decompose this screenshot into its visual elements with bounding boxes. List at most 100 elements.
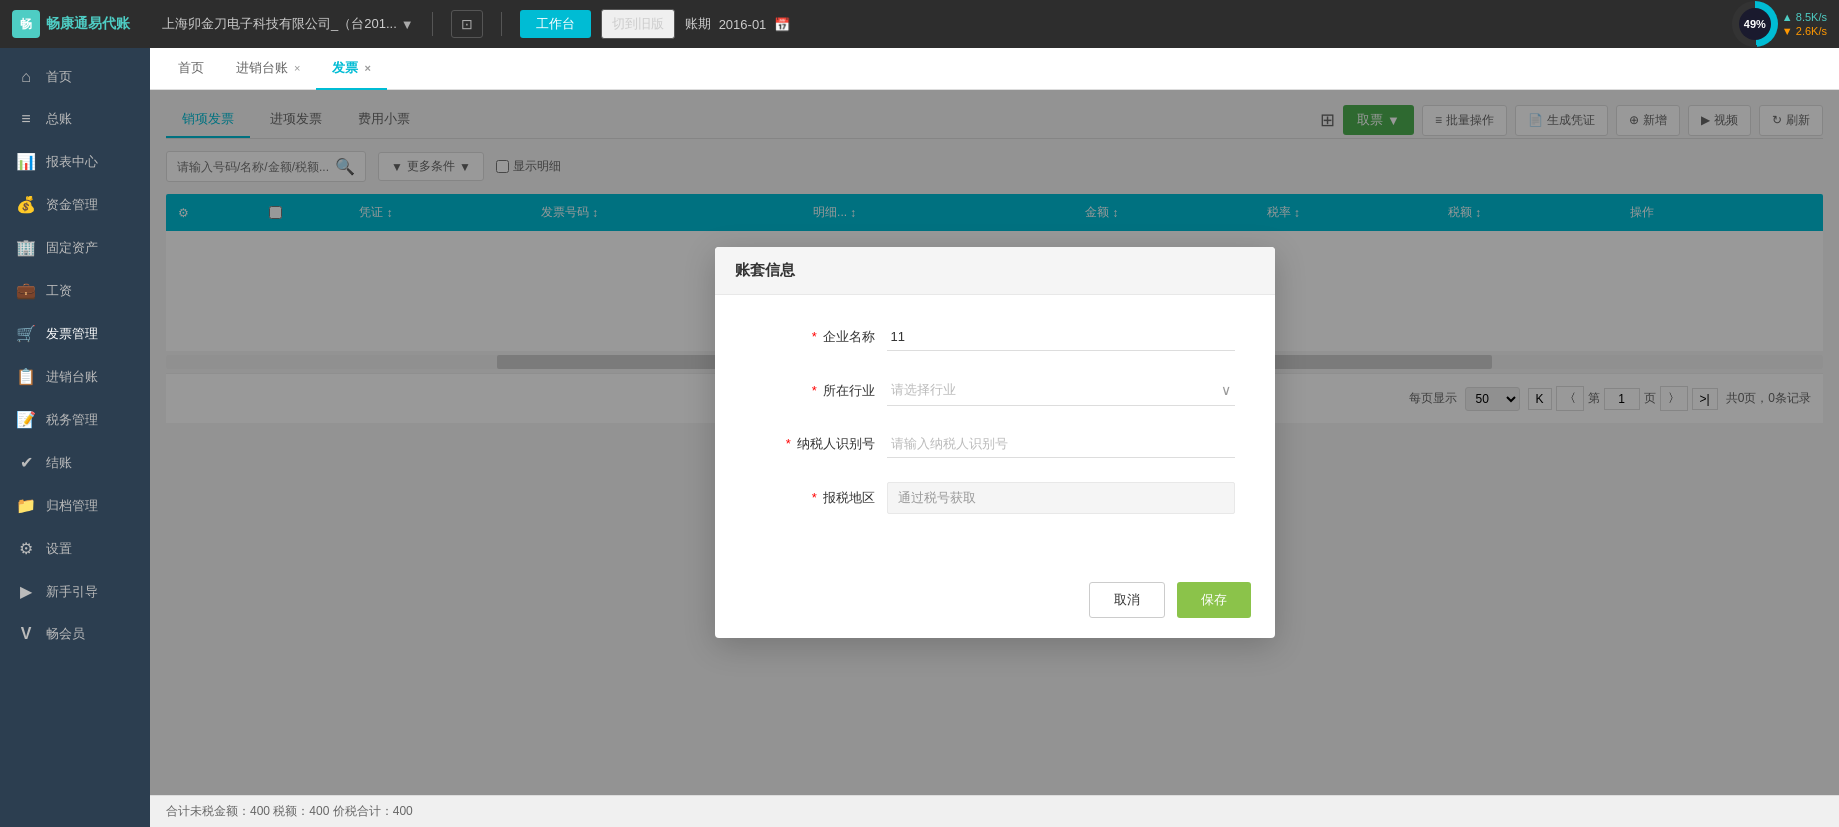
industry-row: * 所在行业 请选择行业 ∨ xyxy=(755,375,1235,406)
tax-id-label-text: 纳税人识别号 xyxy=(797,436,875,451)
company-name[interactable]: 上海卯金刀电子科技有限公司_（台201... ▼ xyxy=(162,15,414,33)
sidebar-item-guide[interactable]: ▶ 新手引导 xyxy=(0,570,150,613)
tax-region-row: * 报税地区 通过税号获取 xyxy=(755,482,1235,514)
company-name-row: * 企业名称 xyxy=(755,323,1235,351)
sidebar-item-invoice[interactable]: 🛒 发票管理 xyxy=(0,312,150,355)
speed-up: ▲ 8.5K/s xyxy=(1782,11,1827,23)
company-name-label-text: 企业名称 xyxy=(823,329,875,344)
modal-title: 账套信息 xyxy=(715,247,1275,295)
tab-home[interactable]: 首页 xyxy=(162,48,220,90)
status-bar: 合计未税金额：400 税额：400 价税合计：400 xyxy=(150,795,1839,827)
tab-purchase-close[interactable]: × xyxy=(294,62,300,74)
speed-donut: 49% xyxy=(1732,1,1778,47)
ledger-icon: ≡ xyxy=(16,110,36,128)
sidebar-item-home[interactable]: ⌂ 首页 xyxy=(0,56,150,98)
sidebar-label-member: 畅会员 xyxy=(46,625,85,643)
industry-select[interactable]: 请选择行业 ∨ xyxy=(887,375,1235,406)
topbar-divider-2 xyxy=(501,12,502,36)
sidebar-item-settings[interactable]: ⚙ 设置 xyxy=(0,527,150,570)
company-name-text: 上海卯金刀电子科技有限公司_（台201... xyxy=(162,15,397,33)
sidebar-item-funds[interactable]: 💰 资金管理 xyxy=(0,183,150,226)
topbar: 畅 畅康通易代账 上海卯金刀电子科技有限公司_（台201... ▼ ⊡ 工作台 … xyxy=(0,0,1839,48)
industry-label-text: 所在行业 xyxy=(823,383,875,398)
settle-icon: ✔ xyxy=(16,453,36,472)
modal-overlay: 账套信息 * 企业名称 * xyxy=(150,90,1839,795)
sidebar-item-assets[interactable]: 🏢 固定资产 xyxy=(0,226,150,269)
sidebar-label-tax: 税务管理 xyxy=(46,411,98,429)
required-marker-2: * xyxy=(812,383,817,398)
purchase-icon: 📋 xyxy=(16,367,36,386)
sidebar-label-home: 首页 xyxy=(46,68,72,86)
sidebar-item-purchase[interactable]: 📋 进销台账 xyxy=(0,355,150,398)
workbench-button[interactable]: 工作台 xyxy=(520,10,591,38)
speed-widget: 49% ▲ 8.5K/s ▼ 2.6K/s xyxy=(1732,1,1827,47)
old-version-button[interactable]: 切到旧版 xyxy=(601,9,675,39)
company-name-label: * 企业名称 xyxy=(755,328,875,346)
tabbar: 首页 进销台账 × 发票 × xyxy=(150,48,1839,90)
company-name-input[interactable] xyxy=(887,323,1235,351)
topbar-copy-btn[interactable]: ⊡ xyxy=(451,10,483,38)
sidebar-label-settle: 结账 xyxy=(46,454,72,472)
tab-invoice[interactable]: 发票 × xyxy=(316,48,386,90)
main-layout: ⌂ 首页 ≡ 总账 📊 报表中心 💰 资金管理 🏢 固定资产 💼 工资 🛒 发票… xyxy=(0,48,1839,827)
sidebar-label-ledger: 总账 xyxy=(46,110,72,128)
sidebar-label-assets: 固定资产 xyxy=(46,239,98,257)
sidebar-item-member[interactable]: V 畅会员 xyxy=(0,613,150,655)
sidebar-label-invoice: 发票管理 xyxy=(46,325,98,343)
industry-placeholder: 请选择行业 xyxy=(891,381,1221,399)
assets-icon: 🏢 xyxy=(16,238,36,257)
invoice-area: 销项发票 进项发票 费用小票 ⊞ 取票 ▼ ≡ 批量操作 xyxy=(150,90,1839,795)
invoice-icon: 🛒 xyxy=(16,324,36,343)
salary-icon: 💼 xyxy=(16,281,36,300)
speed-values: ▲ 8.5K/s ▼ 2.6K/s xyxy=(1782,11,1827,37)
sidebar-label-guide: 新手引导 xyxy=(46,583,98,601)
modal-body: * 企业名称 * 所在行业 请选择行业 xyxy=(715,295,1275,566)
funds-icon: 💰 xyxy=(16,195,36,214)
speed-percent: 49% xyxy=(1739,8,1771,40)
tax-region-label: * 报税地区 xyxy=(755,489,875,507)
tax-id-label: * 纳税人识别号 xyxy=(755,435,875,453)
tax-id-input[interactable] xyxy=(887,430,1235,458)
industry-chevron-icon: ∨ xyxy=(1221,382,1231,398)
tab-purchase-label: 进销台账 xyxy=(236,59,288,77)
app-logo: 畅 畅康通易代账 xyxy=(12,10,152,38)
sidebar-label-archive: 归档管理 xyxy=(46,497,98,515)
tab-home-label: 首页 xyxy=(178,59,204,77)
required-marker-4: * xyxy=(812,490,817,505)
cancel-button[interactable]: 取消 xyxy=(1089,582,1165,618)
sidebar-item-salary[interactable]: 💼 工资 xyxy=(0,269,150,312)
guide-icon: ▶ xyxy=(16,582,36,601)
company-dropdown-icon[interactable]: ▼ xyxy=(401,17,414,32)
modal-footer: 取消 保存 xyxy=(715,566,1275,638)
account-info-modal: 账套信息 * 企业名称 * xyxy=(715,247,1275,638)
speed-down: ▼ 2.6K/s xyxy=(1782,25,1827,37)
sidebar: ⌂ 首页 ≡ 总账 📊 报表中心 💰 资金管理 🏢 固定资产 💼 工资 🛒 发票… xyxy=(0,48,150,827)
tax-id-row: * 纳税人识别号 xyxy=(755,430,1235,458)
sidebar-item-reports[interactable]: 📊 报表中心 xyxy=(0,140,150,183)
save-button[interactable]: 保存 xyxy=(1177,582,1251,618)
sidebar-label-funds: 资金管理 xyxy=(46,196,98,214)
topbar-right: 49% ▲ 8.5K/s ▼ 2.6K/s xyxy=(1732,1,1827,47)
sidebar-label-settings: 设置 xyxy=(46,540,72,558)
sidebar-item-archive[interactable]: 📁 归档管理 xyxy=(0,484,150,527)
settings-icon: ⚙ xyxy=(16,539,36,558)
member-icon: V xyxy=(16,625,36,643)
sidebar-item-settle[interactable]: ✔ 结账 xyxy=(0,441,150,484)
calendar-icon[interactable]: 📅 xyxy=(774,17,790,32)
period-value: 2016-01 xyxy=(719,17,767,32)
topbar-divider-1 xyxy=(432,12,433,36)
main-content: 首页 进销台账 × 发票 × 销项发票 进项发票 费用小 xyxy=(150,48,1839,827)
reports-icon: 📊 xyxy=(16,152,36,171)
tax-icon: 📝 xyxy=(16,410,36,429)
industry-label: * 所在行业 xyxy=(755,382,875,400)
sidebar-item-tax[interactable]: 📝 税务管理 xyxy=(0,398,150,441)
sidebar-label-salary: 工资 xyxy=(46,282,72,300)
sidebar-item-ledger[interactable]: ≡ 总账 xyxy=(0,98,150,140)
required-marker: * xyxy=(812,329,817,344)
tab-purchase[interactable]: 进销台账 × xyxy=(220,48,316,90)
tab-invoice-label: 发票 xyxy=(332,59,358,77)
app-name: 畅康通易代账 xyxy=(46,15,130,33)
tab-invoice-close[interactable]: × xyxy=(364,62,370,74)
sidebar-label-purchase: 进销台账 xyxy=(46,368,98,386)
tax-region-display: 通过税号获取 xyxy=(887,482,1235,514)
